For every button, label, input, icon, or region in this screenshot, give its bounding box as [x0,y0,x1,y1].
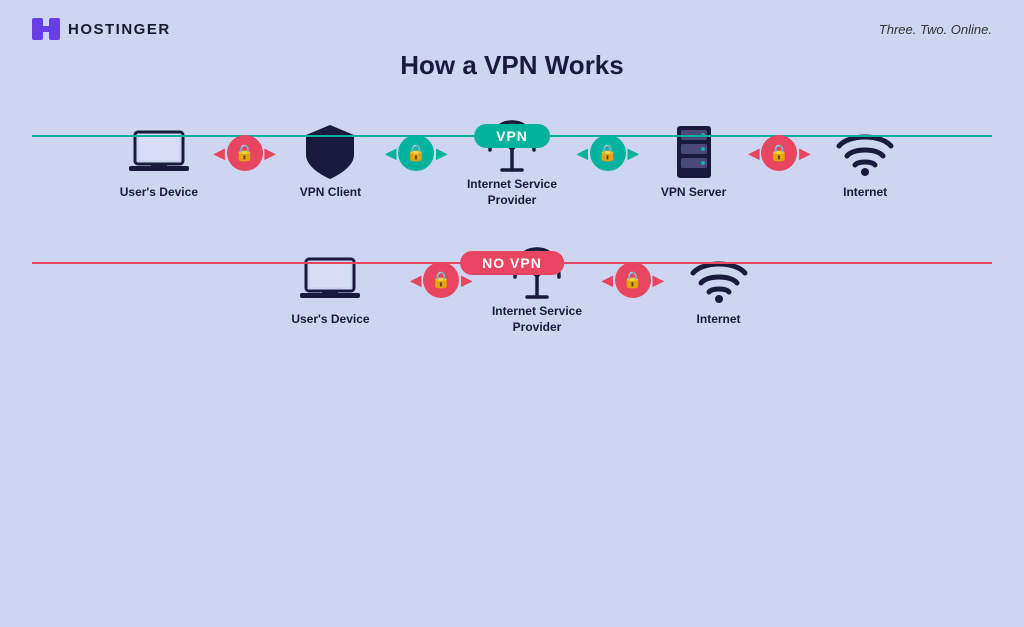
novpn-arrow-right-2: ▶ [653,273,664,287]
novpn-wifi-icon [687,252,751,306]
novpn-conn2: ◀ 🔒 ▶ [602,262,664,298]
wifi-icon [833,125,897,179]
server-icon [662,125,726,179]
vpn-conn2: ◀ 🔒 ▶ [385,135,447,171]
arrow-right-1: ▶ [265,146,276,160]
novpn-arrow-left-2: ◀ [602,273,613,287]
novpn-section: NO VPN User's Device ◀ 🔒 ▶ [32,244,992,335]
vpn-conn4: ◀ 🔒 ▶ [749,135,811,171]
vpn-users-device-label: User's Device [120,185,198,201]
logo-text: HOSTINGER [68,21,171,38]
vpn-conn1: ◀ 🔒 ▶ [214,135,276,171]
page: HOSTINGER Three. Two. Online. How a VPN … [0,0,1024,627]
main-title: How a VPN Works [32,50,992,81]
vpn-server-label: VPN Server [661,185,726,201]
lock-icon-2: 🔒 [398,135,434,171]
arrow-left-1: ◀ [214,146,225,160]
arrow-left-3: ◀ [577,146,588,160]
novpn-isp-label: Internet Service Provider [472,304,602,335]
vpn-conn3: ◀ 🔒 ▶ [577,135,639,171]
arrow-right-3: ▶ [628,146,639,160]
novpn-lock-icon-1: 🔒 [423,262,459,298]
lock-icon-4: 🔒 [761,135,797,171]
tagline: Three. Two. Online. [879,22,992,37]
vpn-badge: VPN [474,124,550,148]
novpn-users-device-label: User's Device [291,312,369,328]
arrow-right-2: ▶ [436,146,447,160]
novpn-internet-label: Internet [697,312,741,328]
vpn-section: VPN User's Device ◀ 🔒 ▶ [32,117,992,208]
novpn-laptop-icon [298,252,362,306]
hostinger-logo-icon [32,18,60,40]
logo: HOSTINGER [32,18,171,40]
vpn-client-label: VPN Client [300,185,361,201]
vpn-isp-label: Internet Service Provider [447,177,577,208]
novpn-arrow-left-1: ◀ [410,273,421,287]
laptop-icon [127,125,191,179]
vpn-internet-label: Internet [843,185,887,201]
lock-icon-3: 🔒 [590,135,626,171]
lock-icon-1: 🔒 [227,135,263,171]
arrow-right-4: ▶ [799,146,810,160]
shield-icon [298,125,362,179]
novpn-badge: NO VPN [460,251,564,275]
arrow-left-4: ◀ [749,146,760,160]
arrow-left-2: ◀ [385,146,396,160]
novpn-lock-icon-2: 🔒 [615,262,651,298]
header: HOSTINGER Three. Two. Online. [32,18,992,40]
